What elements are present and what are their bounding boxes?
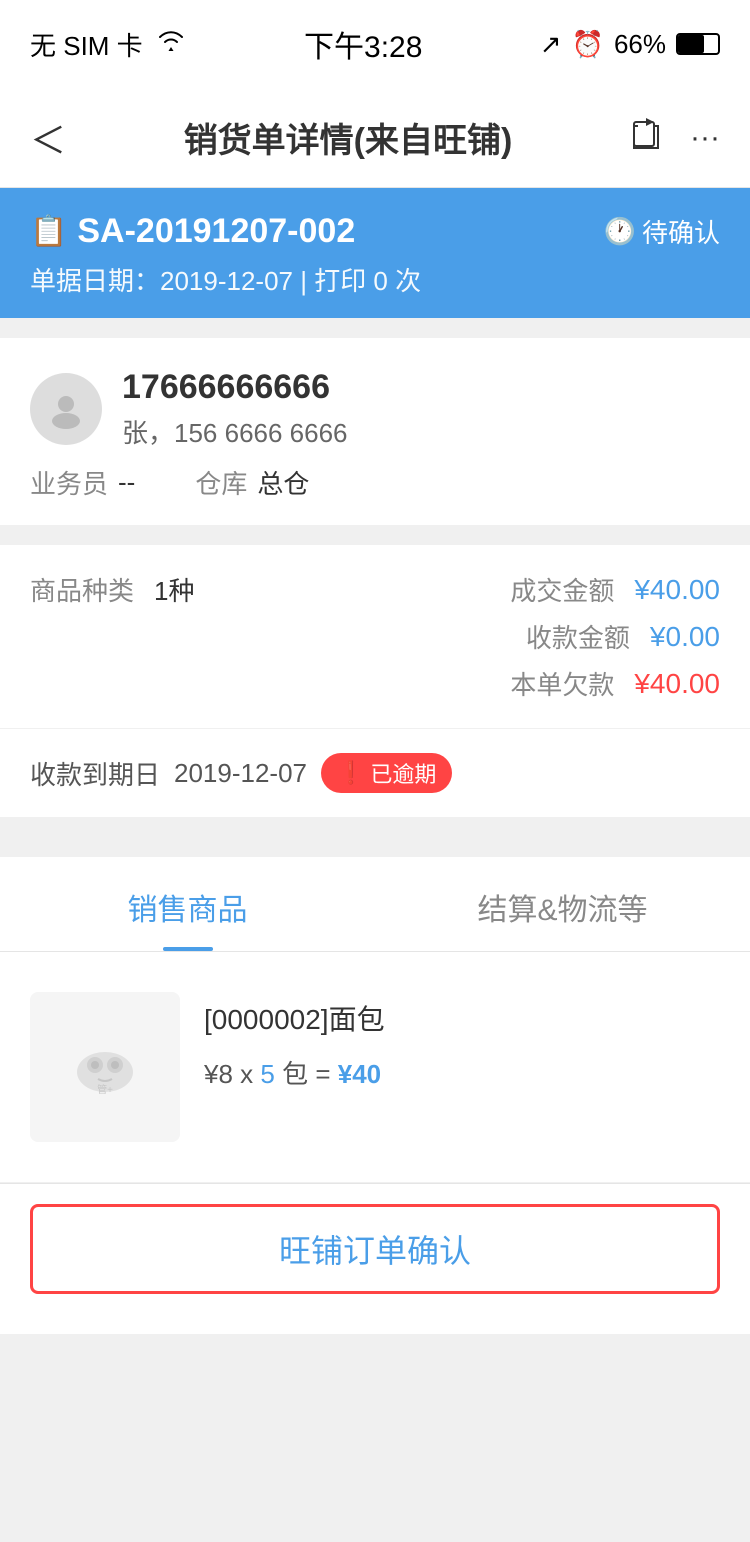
tab-goods[interactable]: 销售商品	[0, 857, 375, 951]
due-date-section: 收款到期日 2019-12-07 ❗ 已逾期	[0, 728, 750, 817]
customer-section: 17666666666 张，156 6666 6666 业务员 -- 仓库 总仓	[0, 338, 750, 525]
page-title: 销货单详情(来自旺铺)	[184, 113, 513, 162]
nav-actions: ···	[630, 116, 720, 160]
warehouse-label: 仓库	[195, 464, 247, 501]
order-status: 🕐 待确认	[604, 213, 720, 250]
salesperson-label: 业务员	[30, 464, 108, 501]
received-amount: ¥0.00	[650, 621, 720, 653]
tabs-section: 销售商品 结算&物流等 管+ [0000002]面包	[0, 857, 750, 1182]
bottom-bar: 旺铺订单确认	[0, 1183, 750, 1334]
nav-bar: ＜ 销货单详情(来自旺铺) ···	[0, 88, 750, 188]
product-thumbnail: 管+	[30, 992, 180, 1142]
order-header: 📋 SA-20191207-002 🕐 待确认 单据日期：2019-12-07 …	[0, 188, 750, 318]
quantity: 5	[260, 1059, 274, 1089]
confirm-button[interactable]: 旺铺订单确认	[30, 1204, 720, 1294]
customer-avatar	[30, 373, 102, 445]
order-date: 单据日期：2019-12-07 | 打印 0 次	[30, 261, 720, 298]
battery-percent: 66%	[614, 29, 666, 60]
product-item: 管+ [0000002]面包 ¥8 x 5 包 = ¥40	[30, 972, 720, 1162]
warehouse-value: 总仓	[257, 464, 309, 501]
alarm-icon: ⏰	[572, 29, 604, 60]
divider-1	[0, 525, 750, 545]
clock-icon: 🕐	[604, 216, 636, 247]
status-bar: 无 SIM 卡 下午3:28 ↗ ⏰ 66%	[0, 0, 750, 88]
amounts: 成交金额 ¥40.00 收款金额 ¥0.00 本单欠款 ¥40.00	[510, 571, 720, 702]
total-price: ¥40	[338, 1059, 381, 1089]
battery-icon	[676, 33, 720, 55]
summary-section: 商品种类 1种 成交金额 ¥40.00 收款金额 ¥0.00 本单欠款 ¥40.…	[0, 545, 750, 728]
product-info: [0000002]面包 ¥8 x 5 包 = ¥40	[204, 992, 720, 1091]
customer-info: 17666666666 张，156 6666 6666	[122, 368, 348, 450]
salesperson-value: --	[118, 467, 135, 498]
transaction-label: 成交金额	[510, 571, 614, 608]
share-icon[interactable]	[630, 116, 666, 160]
product-section: 管+ [0000002]面包 ¥8 x 5 包 = ¥40	[0, 952, 750, 1182]
owed-amount: ¥40.00	[634, 668, 720, 700]
unit-price: ¥8	[204, 1059, 233, 1089]
due-date-value: 2019-12-07	[174, 758, 307, 789]
svg-text:管+: 管+	[97, 1083, 113, 1096]
customer-meta: 业务员 -- 仓库 总仓	[30, 464, 720, 501]
warning-icon: ❗	[337, 760, 364, 786]
order-id: 📋 SA-20191207-002	[30, 212, 355, 251]
order-icon: 📋	[30, 214, 67, 249]
customer-name: 张，156 6666 6666	[122, 413, 348, 450]
received-label: 收款金额	[526, 618, 630, 655]
tab-settlement[interactable]: 结算&物流等	[375, 857, 750, 951]
customer-phone: 17666666666	[122, 368, 348, 407]
owed-label: 本单欠款	[510, 665, 614, 702]
status-time: 下午3:28	[304, 22, 422, 66]
wifi-icon	[155, 29, 187, 60]
bottom-spacer	[0, 1382, 750, 1542]
status-left: 无 SIM 卡	[30, 26, 187, 63]
status-right: ↗ ⏰ 66%	[540, 29, 720, 60]
product-types-label: 商品种类	[30, 571, 134, 608]
more-icon[interactable]: ···	[690, 121, 720, 155]
product-count: 1种	[154, 571, 194, 608]
due-date-label: 收款到期日	[30, 755, 160, 792]
product-price: ¥8 x 5 包 = ¥40	[204, 1054, 720, 1091]
carrier-text: 无 SIM 卡	[30, 26, 143, 63]
unit: 包	[282, 1059, 308, 1089]
overdue-badge: ❗ 已逾期	[321, 753, 452, 793]
transaction-amount: ¥40.00	[634, 574, 720, 606]
product-name: [0000002]面包	[204, 998, 720, 1038]
location-icon: ↗	[540, 29, 562, 60]
divider-2	[0, 817, 750, 837]
back-button[interactable]: ＜	[30, 112, 66, 164]
tabs-header: 销售商品 结算&物流等	[0, 857, 750, 952]
